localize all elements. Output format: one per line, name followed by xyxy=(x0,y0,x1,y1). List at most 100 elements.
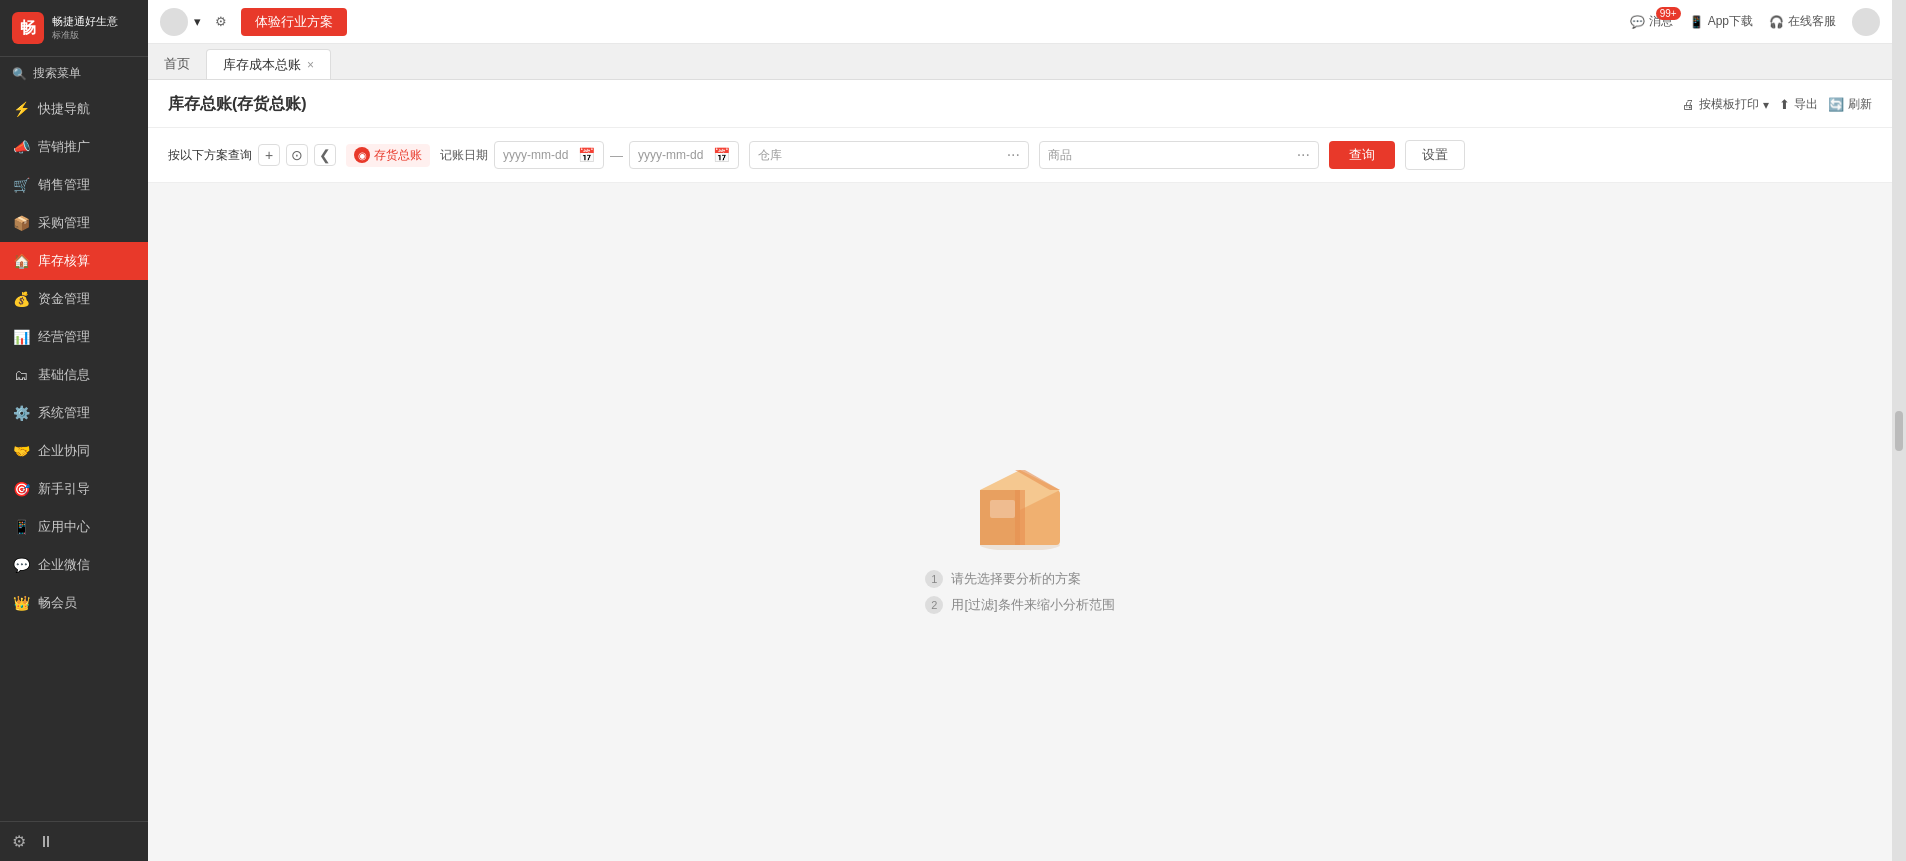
wechat-icon: 💬 xyxy=(12,556,30,574)
hint-num-1: 1 xyxy=(925,570,943,588)
sidebar-item-newguide[interactable]: 🎯 新手引导 xyxy=(0,470,148,508)
right-panel[interactable] xyxy=(1892,0,1906,861)
sidebar-item-system[interactable]: ⚙️ 系统管理 xyxy=(0,394,148,432)
date-filter-label: 记账日期 xyxy=(440,147,488,164)
content-header: 库存总账(存货总账) 🖨 按模板打印 ▾ ⬆ 导出 🔄 刷新 xyxy=(148,80,1892,128)
member-icon: 👑 xyxy=(12,594,30,612)
empty-illustration xyxy=(960,430,1080,550)
sidebar-item-enterprise[interactable]: 🤝 企业协同 xyxy=(0,432,148,470)
finance-icon: 💰 xyxy=(12,290,30,308)
marketing-label: 营销推广 xyxy=(38,138,90,156)
sidebar-item-appcenter[interactable]: 📱 应用中心 xyxy=(0,508,148,546)
warehouse-more-icon: ··· xyxy=(1007,146,1020,164)
add-scheme-btn[interactable]: + xyxy=(258,144,280,166)
sidebar-item-member[interactable]: 👑 畅会员 xyxy=(0,584,148,622)
inventory-label: 库存核算 xyxy=(38,252,90,270)
basic-icon: 🗂 xyxy=(12,366,30,384)
app-download-icon: 📱 xyxy=(1689,15,1704,29)
print-dropdown-icon: ▾ xyxy=(1763,98,1769,112)
app-download-action[interactable]: 📱 App下载 xyxy=(1689,13,1753,30)
sidebar-item-purchase[interactable]: 📦 采购管理 xyxy=(0,204,148,242)
print-action[interactable]: 🖨 按模板打印 ▾ xyxy=(1682,96,1769,113)
empty-hint-1: 1 请先选择要分析的方案 xyxy=(925,570,1114,588)
export-action[interactable]: ⬆ 导出 xyxy=(1779,96,1818,113)
operation-icon: 📊 xyxy=(12,328,30,346)
sidebar: 畅 畅捷通好生意 标准版 🔍 搜索菜单 ⚡ 快捷导航 📣 营销推广 🛒 销售管理… xyxy=(0,0,148,861)
print-label: 按模板打印 xyxy=(1699,96,1759,113)
hint-num-2: 2 xyxy=(925,596,943,614)
sidebar-item-inventory[interactable]: 🏠 库存核算 xyxy=(0,242,148,280)
collapse-scheme-btn[interactable]: ❮ xyxy=(314,144,336,166)
topbar-gear-button[interactable]: ⚙ xyxy=(207,8,235,36)
search-menu-label: 搜索菜单 xyxy=(33,65,81,82)
date-end-input[interactable]: yyyy-mm-dd 📅 xyxy=(629,141,739,169)
appcenter-icon: 📱 xyxy=(12,518,30,536)
finance-label: 资金管理 xyxy=(38,290,90,308)
tab-home[interactable]: 首页 xyxy=(148,49,206,79)
newguide-label: 新手引导 xyxy=(38,480,90,498)
message-action[interactable]: 💬 消息 99+ xyxy=(1630,13,1673,30)
search-menu-item[interactable]: 🔍 搜索菜单 xyxy=(0,57,148,90)
refresh-icon: 🔄 xyxy=(1828,97,1844,112)
sidebar-item-wechat[interactable]: 💬 企业微信 xyxy=(0,546,148,584)
warehouse-select[interactable]: 仓库 ··· xyxy=(749,141,1029,169)
enterprise-label: 企业协同 xyxy=(38,442,90,460)
purchase-label: 采购管理 xyxy=(38,214,90,232)
svg-rect-6 xyxy=(990,500,1015,518)
tab-inventory-ledger[interactable]: 库存成本总账 × xyxy=(206,49,331,79)
sidebar-item-operation[interactable]: 📊 经营管理 xyxy=(0,318,148,356)
sidebar-item-sales[interactable]: 🛒 销售管理 xyxy=(0,166,148,204)
product-select[interactable]: 商品 ··· xyxy=(1039,141,1319,169)
date-start-calendar-icon: 📅 xyxy=(578,147,595,163)
settings-button[interactable]: 设置 xyxy=(1405,140,1465,170)
empty-hint-text: 1 请先选择要分析的方案 2 用[过滤]条件来缩小分析范围 xyxy=(925,570,1114,614)
user-avatar[interactable] xyxy=(1852,8,1880,36)
export-label: 导出 xyxy=(1794,96,1818,113)
svg-rect-4 xyxy=(1015,490,1025,545)
topbar-dropdown[interactable]: ▾ xyxy=(194,14,201,29)
settings-bottom-icon[interactable]: ⚙ xyxy=(12,832,26,851)
member-label: 畅会员 xyxy=(38,594,77,612)
product-placeholder: 商品 xyxy=(1048,147,1072,164)
support-icon: 🎧 xyxy=(1769,15,1784,29)
appcenter-label: 应用中心 xyxy=(38,518,90,536)
tab-close-icon[interactable]: × xyxy=(307,58,314,72)
user-avatar-small xyxy=(160,8,188,36)
topbar: ▾ ⚙ 体验行业方案 💬 消息 99+ 📱 App下载 🎧 在线客服 xyxy=(148,0,1892,44)
system-label: 系统管理 xyxy=(38,404,90,422)
sidebar-item-quicknav[interactable]: ⚡ 快捷导航 xyxy=(0,90,148,128)
sidebar-item-basic[interactable]: 🗂 基础信息 xyxy=(0,356,148,394)
industry-btn[interactable]: 体验行业方案 xyxy=(241,8,347,36)
right-panel-handle xyxy=(1895,411,1903,451)
hint-text-1: 请先选择要分析的方案 xyxy=(951,570,1081,588)
logo-text-area: 畅捷通好生意 标准版 xyxy=(52,14,118,42)
tabs-bar: 首页 库存成本总账 × xyxy=(148,44,1892,80)
sidebar-bottom: ⚙ ⏸ xyxy=(0,821,148,861)
active-scheme-item[interactable]: ◉ 存货总账 xyxy=(346,144,430,167)
print-icon: 🖨 xyxy=(1682,97,1695,112)
date-filter-row: 记账日期 yyyy-mm-dd 📅 — yyyy-mm-dd 📅 xyxy=(440,141,739,169)
refresh-action[interactable]: 🔄 刷新 xyxy=(1828,96,1872,113)
date-end-calendar-icon: 📅 xyxy=(713,147,730,163)
edit-scheme-btn[interactable]: ⊙ xyxy=(286,144,308,166)
audio-icon[interactable]: ⏸ xyxy=(38,833,54,851)
empty-svg xyxy=(960,430,1080,550)
scheme-label: 按以下方案查询 xyxy=(168,147,252,164)
date-start-input[interactable]: yyyy-mm-dd 📅 xyxy=(494,141,604,169)
operation-label: 经营管理 xyxy=(38,328,90,346)
app-name: 畅捷通好生意 xyxy=(52,14,118,29)
app-badge: 标准版 xyxy=(52,29,118,42)
inventory-icon: 🏠 xyxy=(12,252,30,270)
sidebar-item-marketing[interactable]: 📣 营销推广 xyxy=(0,128,148,166)
system-icon: ⚙️ xyxy=(12,404,30,422)
content-title-row: 库存总账(存货总账) 🖨 按模板打印 ▾ ⬆ 导出 🔄 刷新 xyxy=(168,94,1872,115)
online-support-action[interactable]: 🎧 在线客服 xyxy=(1769,13,1836,30)
topbar-right: 💬 消息 99+ 📱 App下载 🎧 在线客服 xyxy=(1630,8,1880,36)
tab-label: 库存成本总账 xyxy=(223,56,301,74)
message-badge: 99+ xyxy=(1656,7,1681,20)
sidebar-scroll-area: 📣 营销推广 🛒 销售管理 📦 采购管理 🏠 库存核算 💰 资金管理 📊 经营管… xyxy=(0,128,148,821)
sidebar-item-finance[interactable]: 💰 资金管理 xyxy=(0,280,148,318)
query-button[interactable]: 查询 xyxy=(1329,141,1395,169)
support-label: 在线客服 xyxy=(1788,13,1836,30)
quicknav-icon: ⚡ xyxy=(12,100,30,118)
